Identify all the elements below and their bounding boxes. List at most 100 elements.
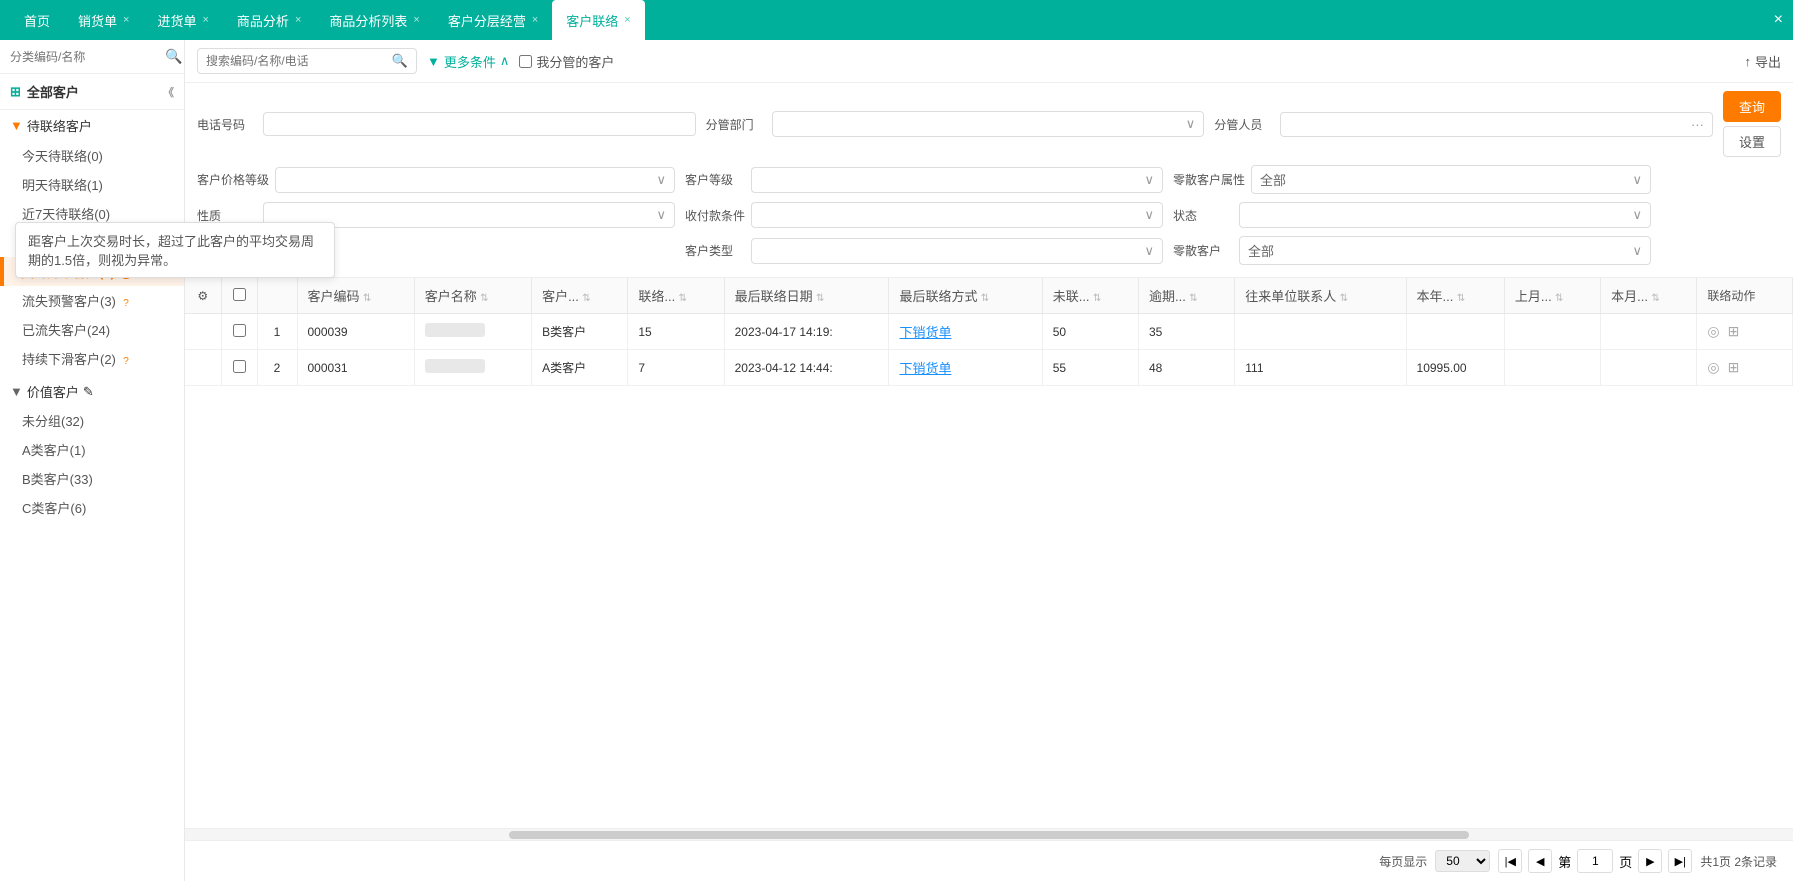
retail-cust-select[interactable]: 全部 ∨ — [1239, 236, 1651, 265]
sidebar-today-contact[interactable]: 今天待联络(0) — [0, 141, 184, 170]
payment-select[interactable]: ∨ — [751, 202, 1163, 228]
col-last-contact-date[interactable]: 最后联络日期 ⇅ — [724, 278, 889, 314]
query-button[interactable]: 查询 — [1723, 91, 1781, 122]
sidebar-tomorrow-contact[interactable]: 明天待联络(1) — [0, 170, 184, 199]
row1-check[interactable] — [221, 314, 257, 350]
row1-checkbox[interactable] — [233, 324, 246, 337]
search-icon[interactable]: 🔍 — [392, 53, 408, 69]
status-select[interactable]: ∨ — [1239, 202, 1651, 228]
pg-arrow-icon: ∨ — [656, 172, 666, 188]
row2-method-link[interactable]: 下销货单 — [899, 361, 951, 376]
sidebar-search-icon[interactable]: 🔍 — [165, 48, 182, 65]
sidebar-b-class[interactable]: B类客户(33) — [0, 464, 184, 493]
nav-item-purchase[interactable]: 进货单 × — [143, 0, 222, 40]
main-layout: 🔍 ⊞ 全部客户 《 ▼ 待联络客户 今天待联络(0) 明天待联络(1) 近7天… — [0, 40, 1793, 881]
filter-bar: 🔍 ▼ 更多条件 ∧ 我分管的客户 ↑ 导出 — [185, 40, 1793, 83]
col-settings[interactable]: ⚙ — [185, 278, 221, 314]
col-this-month[interactable]: 本月... ⇅ — [1601, 278, 1697, 314]
my-customers-checkbox[interactable]: 我分管的客户 — [519, 52, 614, 71]
col-no-contact[interactable]: 未联... ⇅ — [1042, 278, 1138, 314]
select-all-checkbox[interactable] — [233, 288, 246, 301]
col-overdue[interactable]: 逾期... ⇅ — [1138, 278, 1234, 314]
arrow-down-icon: ▼ — [10, 118, 23, 133]
col-last-month[interactable]: 上月... ⇅ — [1504, 278, 1600, 314]
sidebar-search-box[interactable]: 🔍 — [0, 40, 184, 74]
manager-dots[interactable]: ··· — [1691, 117, 1704, 132]
close-all-button[interactable]: × — [1774, 11, 1783, 29]
row2-last-method[interactable]: 下销货单 — [889, 350, 1042, 386]
horizontal-scrollbar[interactable] — [185, 828, 1793, 840]
sidebar-search-input[interactable] — [10, 50, 165, 64]
row2-contact-icon[interactable]: ◎ — [1707, 359, 1719, 376]
dept-select[interactable]: ∨ — [772, 111, 1205, 137]
nav-item-product-list[interactable]: 商品分析列表 × — [315, 0, 433, 40]
export-button[interactable]: ↑ 导出 — [1744, 52, 1781, 71]
sidebar-loss-warning[interactable]: 流失预警客户(3) ? — [0, 286, 184, 315]
my-customers-check[interactable] — [519, 55, 532, 68]
close-contact-icon[interactable]: × — [624, 14, 630, 26]
sidebar-waiting-header[interactable]: ▼ 待联络客户 — [0, 110, 184, 141]
row2-no-contact: 55 — [1042, 350, 1138, 386]
next-page-btn[interactable]: ▶ — [1638, 849, 1662, 873]
col-customer-code[interactable]: 客户编码 ⇅ — [297, 278, 414, 314]
col-last-contact-method[interactable]: 最后联络方式 ⇅ — [889, 278, 1042, 314]
sidebar-collapse-btn[interactable]: 《 — [163, 84, 174, 100]
filter-department: 分管部门 ∨ — [706, 111, 1205, 137]
sidebar-c-class[interactable]: C类客户(6) — [0, 493, 184, 522]
nav-item-sales[interactable]: 销货单 × — [64, 0, 143, 40]
close-purchase-icon[interactable]: × — [202, 14, 208, 26]
sidebar-a-class[interactable]: A类客户(1) — [0, 435, 184, 464]
nav-item-home[interactable]: 首页 — [10, 0, 64, 40]
sidebar-unclassified[interactable]: 未分组(32) — [0, 406, 184, 435]
row2-code: 000031 — [297, 350, 414, 386]
more-conditions-btn[interactable]: ▼ 更多条件 ∧ — [427, 52, 509, 71]
customer-search-input[interactable] — [206, 54, 388, 68]
filter-phone: 电话号码 — [197, 112, 696, 136]
row2-more-icon[interactable]: ⊞ — [1728, 359, 1740, 376]
filter-status: 状态 ∨ — [1173, 202, 1651, 228]
nav-item-customer-contact[interactable]: 客户联络 × — [552, 0, 644, 40]
close-product-icon[interactable]: × — [295, 14, 301, 26]
retail-attr-select[interactable]: 全部 ∨ — [1251, 165, 1651, 194]
manager-label: 分管人员 — [1214, 116, 1274, 133]
nature-label: 性质 — [197, 207, 257, 224]
close-sales-icon[interactable]: × — [123, 14, 129, 26]
sidebar-value-header[interactable]: ▼ 价值客户 ✎ — [0, 377, 184, 406]
page-size-select[interactable]: 50 100 200 — [1435, 850, 1490, 872]
row1-contact-icon[interactable]: ◎ — [1707, 323, 1719, 340]
filter-row-2: 客户价格等级 ∨ 客户等级 ∨ 零散客户属性 全部 — [197, 165, 1781, 194]
col-contact-count[interactable]: 联络... ⇅ — [628, 278, 724, 314]
current-page-input[interactable] — [1577, 849, 1613, 873]
close-segment-icon[interactable]: × — [532, 14, 538, 26]
phone-input[interactable] — [263, 112, 696, 136]
scrollbar-thumb[interactable] — [509, 831, 1469, 839]
col-contact-person[interactable]: 往来单位联系人 ⇅ — [1235, 278, 1406, 314]
last-page-btn[interactable]: ▶| — [1668, 849, 1692, 873]
close-product-list-icon[interactable]: × — [413, 14, 419, 26]
row2-type: A类客户 — [532, 350, 628, 386]
cust-type-select[interactable]: ∨ — [751, 238, 1163, 264]
manager-select[interactable]: ··· — [1280, 112, 1713, 137]
first-page-btn[interactable]: |◀ — [1498, 849, 1522, 873]
filter-retail-attr: 零散客户属性 全部 ∨ — [1173, 165, 1651, 194]
row1-last-method[interactable]: 下销货单 — [889, 314, 1042, 350]
row2-checkbox[interactable] — [233, 360, 246, 373]
rc-arrow-icon: ∨ — [1632, 243, 1642, 259]
nav-item-product-analysis[interactable]: 商品分析 × — [223, 0, 315, 40]
sidebar-declining-customers[interactable]: 持续下滑客户(2) ? — [0, 344, 184, 373]
col-customer-name[interactable]: 客户名称 ⇅ — [414, 278, 531, 314]
row2-check[interactable] — [221, 350, 257, 386]
nav-item-customer-segment[interactable]: 客户分层经营 × — [434, 0, 552, 40]
search-box[interactable]: 🔍 — [197, 48, 417, 74]
cust-grade-select[interactable]: ∨ — [751, 167, 1163, 193]
price-grade-select[interactable]: ∨ — [275, 167, 675, 193]
prev-page-btn[interactable]: ◀ — [1528, 849, 1552, 873]
col-this-year[interactable]: 本年... ⇅ — [1406, 278, 1504, 314]
col-customer-type[interactable]: 客户... ⇅ — [532, 278, 628, 314]
retail-cust-label: 零散客户 — [1173, 242, 1233, 259]
row1-more-icon[interactable]: ⊞ — [1728, 323, 1740, 340]
settings-button[interactable]: 设置 — [1723, 126, 1781, 157]
row1-method-link[interactable]: 下销货单 — [899, 325, 951, 340]
value-edit-icon[interactable]: ✎ — [83, 384, 94, 400]
sidebar-lost-customers[interactable]: 已流失客户(24) — [0, 315, 184, 344]
